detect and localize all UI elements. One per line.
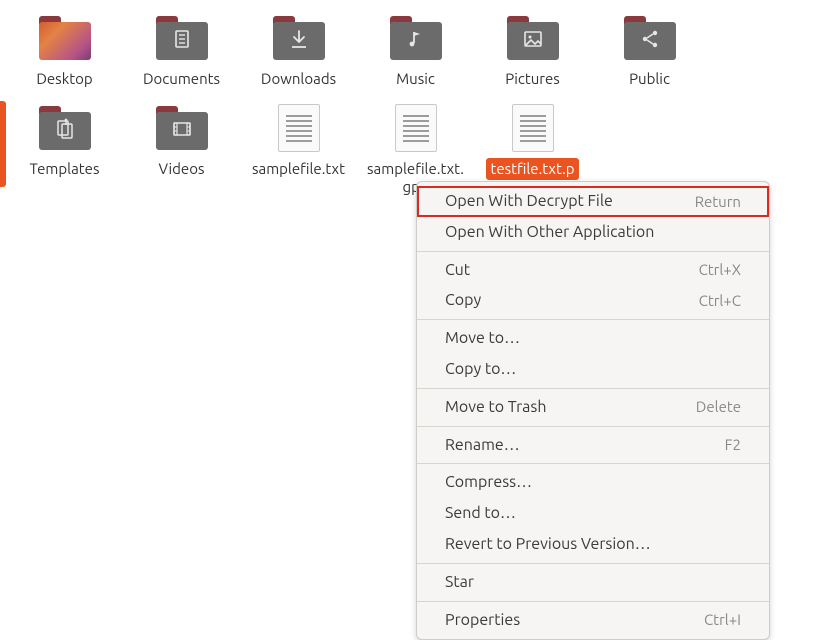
file-item[interactable]: Downloads [240, 14, 357, 90]
menu-item-label: Copy to… [445, 359, 516, 380]
menu-item[interactable]: Star [417, 567, 769, 598]
picture-icon [521, 27, 545, 55]
folder-icon [507, 14, 559, 62]
file-label: Templates [26, 158, 104, 180]
menu-item-shortcut: Ctrl+I [704, 610, 741, 630]
menu-item-label: Star [445, 572, 474, 593]
menu-item-label: Rename… [445, 435, 520, 456]
menu-item-shortcut: Delete [696, 397, 741, 417]
menu-item[interactable]: Move to Trash Delete [417, 392, 769, 423]
folder-icon [156, 14, 208, 62]
menu-separator [417, 463, 769, 464]
file-item[interactable]: Pictures [474, 14, 591, 90]
menu-separator [417, 251, 769, 252]
file-item[interactable]: Public [591, 14, 708, 90]
file-label: Documents [139, 68, 224, 90]
context-menu: Open With Decrypt File Return Open With Ot… [416, 181, 770, 640]
file-item[interactable]: Templates [6, 104, 123, 198]
folder-icon [273, 14, 325, 62]
menu-item-shortcut: Ctrl+C [699, 291, 741, 311]
menu-item[interactable]: Copy Ctrl+C [417, 285, 769, 316]
menu-item[interactable]: Revert to Previous Version… [417, 529, 769, 560]
menu-item[interactable]: Copy to… [417, 354, 769, 385]
file-label: Music [392, 68, 439, 90]
menu-item-label: Move to Trash [445, 397, 547, 418]
menu-item-label: Copy [445, 290, 481, 311]
menu-item-label: Cut [445, 260, 470, 281]
menu-separator [417, 563, 769, 564]
file-label: Downloads [257, 68, 340, 90]
file-label: Desktop [32, 68, 96, 90]
selection-edge-indicator [0, 101, 6, 187]
menu-item[interactable]: Send to… [417, 498, 769, 529]
menu-item[interactable]: Cut Ctrl+X [417, 255, 769, 286]
file-item[interactable]: Videos [123, 104, 240, 198]
file-item[interactable]: Music [357, 14, 474, 90]
menu-item[interactable]: Rename… F2 [417, 430, 769, 461]
menu-item-label: Compress… [445, 472, 532, 493]
menu-separator [417, 426, 769, 427]
file-item[interactable]: Desktop [6, 14, 123, 90]
share-icon [638, 27, 662, 55]
menu-item-shortcut: F2 [725, 435, 741, 455]
text-file-icon [273, 104, 325, 152]
menu-item[interactable]: Compress… [417, 467, 769, 498]
menu-item[interactable]: Open With Decrypt File Return [417, 186, 769, 217]
menu-item-label: Move to… [445, 328, 520, 349]
text-file-icon [390, 104, 442, 152]
file-label: Public [625, 68, 674, 90]
menu-item-label: Properties [445, 610, 520, 631]
folder-icon [39, 14, 91, 62]
text-file-icon [507, 104, 559, 152]
menu-item-shortcut: Return [695, 192, 741, 212]
file-label: Videos [155, 158, 209, 180]
file-label: Pictures [501, 68, 564, 90]
menu-item[interactable]: Open With Other Application [417, 217, 769, 248]
file-item[interactable]: Documents [123, 14, 240, 90]
menu-item[interactable]: Move to… [417, 323, 769, 354]
menu-item-label: Send to… [445, 503, 516, 524]
music-icon [404, 27, 428, 55]
menu-item-label: Open With Decrypt File [445, 191, 613, 212]
folder-icon [624, 14, 676, 62]
folder-icon [39, 104, 91, 152]
menu-separator [417, 601, 769, 602]
folder-icon [390, 14, 442, 62]
menu-item-label: Open With Other Application [445, 222, 654, 243]
menu-item-shortcut: Ctrl+X [699, 260, 741, 280]
file-item[interactable]: samplefile.txt [240, 104, 357, 198]
menu-separator [417, 388, 769, 389]
templates-icon [53, 117, 77, 145]
file-label: testfile.txt.p [486, 158, 578, 180]
file-label: samplefile.txt [248, 158, 349, 180]
video-icon [170, 117, 194, 145]
menu-item[interactable]: Properties Ctrl+I [417, 605, 769, 636]
folder-icon [156, 104, 208, 152]
menu-separator [417, 319, 769, 320]
doc-icon [170, 27, 194, 55]
download-icon [287, 27, 311, 55]
menu-item-label: Revert to Previous Version… [445, 534, 651, 555]
